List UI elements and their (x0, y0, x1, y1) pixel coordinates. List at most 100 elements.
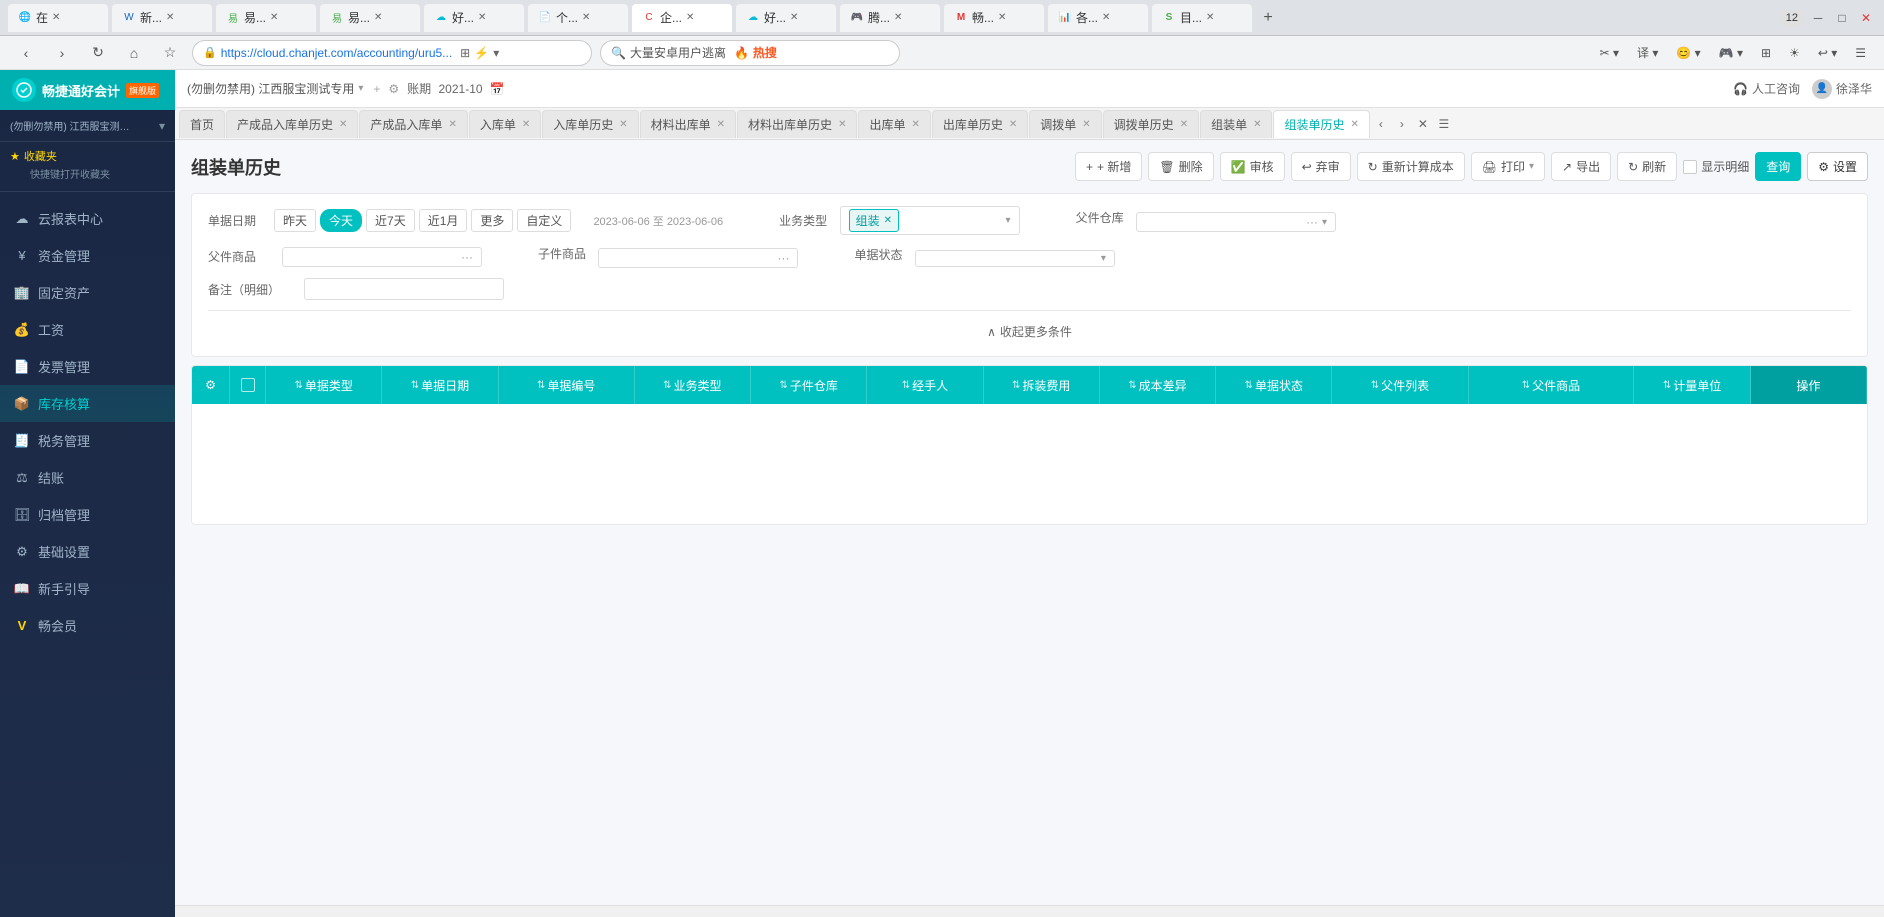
app-tab-close-9[interactable]: ✕ (1082, 119, 1090, 130)
back-button[interactable]: ‹ (12, 39, 40, 67)
app-tab-1[interactable]: 产成品入库单历史 ✕ (226, 110, 358, 138)
select-all-checkbox[interactable] (241, 378, 255, 392)
tab-close-10[interactable]: ✕ (894, 12, 902, 23)
url-bar[interactable]: 🔒 https://cloud.chanjet.com/accounting/u… (192, 40, 592, 66)
minimize-button[interactable]: ─ (1808, 8, 1828, 28)
maximize-button[interactable]: □ (1832, 8, 1852, 28)
app-tab-5[interactable]: 材料出库单 ✕ (640, 110, 736, 138)
user-info[interactable]: 👤 徐泽华 (1812, 79, 1872, 99)
grid-btn[interactable]: ⊞ (1755, 43, 1777, 63)
browser-tab-1[interactable]: 🌐 在 ✕ (8, 4, 108, 32)
calendar-icon[interactable]: 📅 (490, 82, 505, 96)
app-tab-9[interactable]: 调拨单 ✕ (1029, 110, 1101, 138)
menu-btn[interactable]: ☰ (1849, 43, 1872, 63)
th-bill-date[interactable]: ⇅ 单据日期 (382, 366, 498, 404)
browser-tab-6[interactable]: 📄 个... ✕ (528, 4, 628, 32)
tab-more[interactable]: ☰ (1434, 114, 1454, 134)
app-tab-close-4[interactable]: ✕ (619, 119, 627, 130)
sidebar-item-tax[interactable]: 🧾 税务管理 (0, 422, 175, 459)
child-goods-more[interactable]: ··· (777, 251, 789, 265)
abandon-button[interactable]: ↩ 弃审 (1291, 152, 1351, 181)
th-unit[interactable]: ⇅ 计量单位 (1634, 366, 1750, 404)
bill-status-dropdown[interactable]: ▾ (1101, 253, 1106, 264)
tab-close-6[interactable]: ✕ (582, 12, 590, 23)
cut-btn[interactable]: ✂ ▾ (1594, 43, 1625, 63)
table-settings-btn[interactable]: ⚙ (192, 366, 230, 404)
browser-tab-12[interactable]: 📊 各... ✕ (1048, 4, 1148, 32)
date-btn-more[interactable]: 更多 (471, 209, 513, 232)
translate-btn[interactable]: 译 ▾ (1631, 41, 1664, 64)
sidebar-item-archive[interactable]: 🗄 归档管理 (0, 496, 175, 533)
app-tab-7[interactable]: 出库单 ✕ (858, 110, 930, 138)
date-btn-7days[interactable]: 近7天 (366, 209, 415, 232)
app-tab-close-5[interactable]: ✕ (717, 119, 725, 130)
th-child-warehouse[interactable]: ⇅ 子件仓库 (751, 366, 867, 404)
sidebar-item-guide[interactable]: 📖 新手引导 (0, 570, 175, 607)
browser-tab-3[interactable]: 易 易... ✕ (216, 4, 316, 32)
biz-type-dropdown[interactable]: ▾ (1006, 215, 1011, 226)
date-btn-custom[interactable]: 自定义 (517, 209, 571, 232)
tab-close-5[interactable]: ✕ (478, 12, 486, 23)
bookmark-button[interactable]: ☆ (156, 39, 184, 67)
parent-warehouse-dropdown[interactable]: ▾ (1322, 217, 1327, 228)
app-tab-8[interactable]: 出库单历史 ✕ (932, 110, 1028, 138)
th-handler[interactable]: ⇅ 经手人 (867, 366, 983, 404)
browser-tab-4[interactable]: 易 易... ✕ (320, 4, 420, 32)
sidebar-item-stock[interactable]: 📦 库存核算 (0, 385, 175, 422)
app-tab-10[interactable]: 调拨单历史 ✕ (1103, 110, 1199, 138)
lightning-icon[interactable]: ⚡ (474, 46, 489, 60)
parent-warehouse-more[interactable]: ··· (1306, 215, 1318, 229)
favorites-title[interactable]: ★ 收藏夹 (10, 148, 165, 164)
app-tab-close-11[interactable]: ✕ (1253, 119, 1261, 130)
date-btn-today[interactable]: 今天 (320, 209, 362, 232)
th-biz-type[interactable]: ⇅ 业务类型 (635, 366, 751, 404)
settings-button[interactable]: ⚙ 设置 (1807, 152, 1868, 181)
qr-icon[interactable]: ⊞ (460, 46, 470, 60)
biz-type-tag-close[interactable]: ✕ (884, 215, 892, 226)
app-tab-close-10[interactable]: ✕ (1180, 119, 1188, 130)
app-tab-close-1[interactable]: ✕ (339, 119, 347, 130)
app-tab-close-12[interactable]: ✕ (1351, 119, 1359, 130)
date-btn-yesterday[interactable]: 昨天 (274, 209, 316, 232)
app-tab-4[interactable]: 入库单历史 ✕ (542, 110, 638, 138)
refresh-browser-button[interactable]: ↻ (84, 39, 112, 67)
refresh-button[interactable]: ↻ 刷新 (1617, 152, 1677, 181)
undo-btn[interactable]: ↩ ▾ (1812, 43, 1843, 63)
th-bill-status[interactable]: ⇅ 单据状态 (1216, 366, 1332, 404)
audit-button[interactable]: ✅ 审核 (1220, 152, 1285, 181)
collapse-button[interactable]: ∧ 收起更多条件 (979, 319, 1080, 344)
app-tab-close-8[interactable]: ✕ (1009, 119, 1017, 130)
tab-close-13[interactable]: ✕ (1206, 12, 1214, 23)
tab-close-8[interactable]: ✕ (686, 12, 694, 23)
url-dropdown-icon[interactable]: ▾ (493, 46, 499, 60)
browser-tab-11[interactable]: M 畅... ✕ (944, 4, 1044, 32)
delete-button[interactable]: 🗑 删除 (1148, 152, 1213, 181)
tab-scroll-left[interactable]: ‹ (1371, 114, 1391, 134)
note-input[interactable] (304, 278, 504, 300)
header-account[interactable]: (勿删勿禁用) 江西服宝测试专用 ▾ + ⚙ (187, 80, 399, 97)
th-parent-list[interactable]: ⇅ 父件列表 (1332, 366, 1468, 404)
tab-close-12[interactable]: ✕ (1102, 12, 1110, 23)
sidebar-item-cloud-reports[interactable]: ☁ 云报表中心 (0, 200, 175, 237)
recalc-cost-button[interactable]: ↻ 重新计算成本 (1357, 152, 1465, 181)
th-parent-goods[interactable]: ⇅ 父件商品 (1469, 366, 1635, 404)
app-tab-close-3[interactable]: ✕ (522, 119, 530, 130)
close-window-button[interactable]: ✕ (1856, 8, 1876, 28)
app-tab-home[interactable]: 首页 (179, 110, 225, 138)
forward-button[interactable]: › (48, 39, 76, 67)
sidebar-item-assets[interactable]: 🏢 固定资产 (0, 274, 175, 311)
print-button[interactable]: 🖨 打印 ▾ (1471, 152, 1545, 181)
sidebar-item-salary[interactable]: 💰 工资 (0, 311, 175, 348)
parent-goods-more[interactable]: ··· (461, 250, 473, 264)
app-tab-close-6[interactable]: ✕ (838, 119, 846, 130)
browser-tab-10[interactable]: 🎮 腾... ✕ (840, 4, 940, 32)
export-button[interactable]: ↗ 导出 (1551, 152, 1611, 181)
sidebar-company[interactable]: (勿删勿禁用) 江西服宝测试专用 ▾ (0, 110, 175, 142)
browser-tab-13[interactable]: S 目... ✕ (1152, 4, 1252, 32)
add-company-icon[interactable]: + (373, 82, 380, 96)
sidebar-item-member[interactable]: V 畅会员 (0, 607, 175, 644)
app-tab-12-active[interactable]: 组装单历史 ✕ (1273, 110, 1369, 138)
browser-tab-5[interactable]: ☁ 好... ✕ (424, 4, 524, 32)
horizontal-scrollbar[interactable] (175, 905, 1884, 917)
company-dropdown[interactable]: ▾ (358, 83, 363, 94)
